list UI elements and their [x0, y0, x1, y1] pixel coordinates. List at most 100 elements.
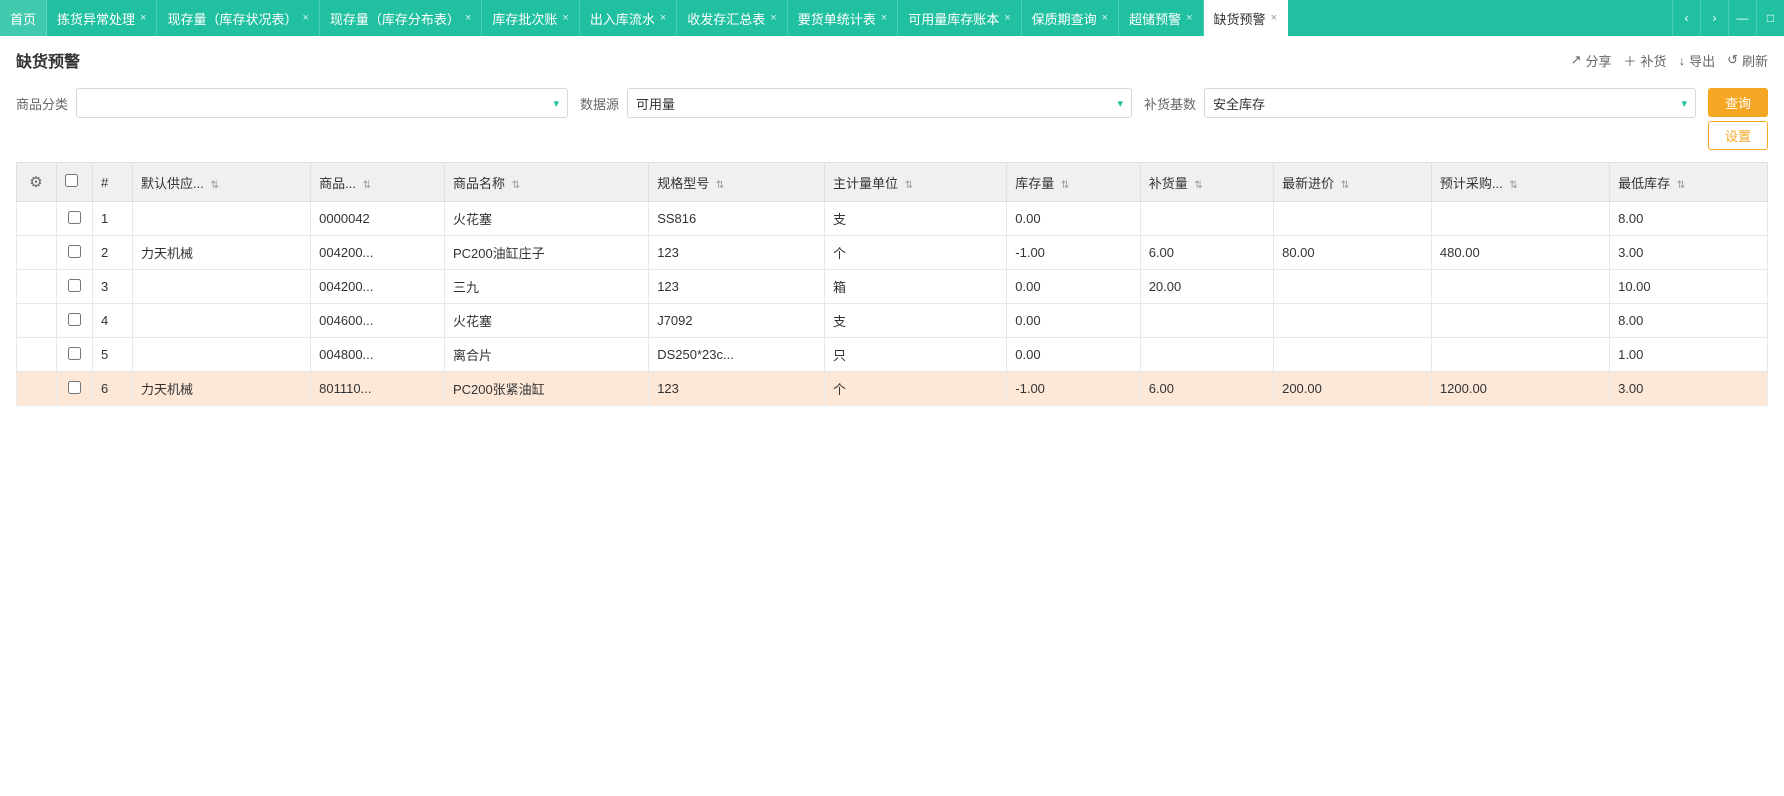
cell-replenish-qty: 20.00: [1140, 270, 1273, 304]
cell-checkbox[interactable]: [57, 372, 93, 406]
cell-num: 5: [93, 338, 133, 372]
datasource-select-value: 可用量: [636, 94, 675, 113]
cell-unit: 支: [825, 304, 1007, 338]
cell-spec: 123: [649, 270, 825, 304]
datasource-dropdown-icon: ▾: [1117, 97, 1123, 110]
row-checkbox[interactable]: [68, 347, 81, 360]
tab-close-expiry[interactable]: ×: [1102, 12, 1108, 24]
col-header-min-stock[interactable]: 最低库存 ⇅: [1610, 163, 1768, 202]
tab-close-available[interactable]: ×: [1004, 12, 1010, 24]
row-checkbox[interactable]: [68, 381, 81, 394]
tab-maximize[interactable]: □: [1756, 0, 1784, 36]
cell-latest-price: [1274, 270, 1432, 304]
tab-close-shortage[interactable]: ×: [1271, 12, 1277, 24]
sort-icon-product-name: ⇅: [512, 180, 520, 191]
tab-inout-flow[interactable]: 出入库流水 ×: [580, 0, 677, 36]
col-header-spec[interactable]: 规格型号 ⇅: [649, 163, 825, 202]
replenish-base-label: 补货基数: [1144, 94, 1196, 113]
sort-icon-stock: ⇅: [1061, 180, 1069, 191]
table-header-row: ⚙ # 默认供应... ⇅ 商品... ⇅ 商品名称 ⇅: [17, 163, 1768, 202]
datasource-select[interactable]: 可用量 ▾: [627, 88, 1132, 118]
tab-batch-account[interactable]: 库存批次账 ×: [482, 0, 579, 36]
cell-min-stock: 1.00: [1610, 338, 1768, 372]
tab-close-requisition[interactable]: ×: [881, 12, 887, 24]
cell-num: 2: [93, 236, 133, 270]
tab-minimize[interactable]: —: [1728, 0, 1756, 36]
cell-est-purchase: [1431, 270, 1609, 304]
page-header: 缺货预警 ↗ 分享 ＋ 补货 ↓ 导出 ↺ 刷新: [16, 48, 1768, 72]
tab-home[interactable]: 首页: [0, 0, 47, 36]
col-label-est-purchase: 预计采购...: [1440, 176, 1503, 191]
tab-close-receive[interactable]: ×: [770, 12, 776, 24]
tab-available[interactable]: 可用量库存账本 ×: [898, 0, 1021, 36]
category-select[interactable]: ▾: [76, 88, 568, 118]
col-label-min-stock: 最低库存: [1618, 176, 1670, 191]
tab-overstock[interactable]: 超储预警 ×: [1119, 0, 1203, 36]
cell-checkbox[interactable]: [57, 304, 93, 338]
row-checkbox[interactable]: [68, 211, 81, 224]
query-button[interactable]: 查询: [1708, 88, 1768, 117]
col-header-settings[interactable]: ⚙: [17, 163, 57, 202]
col-header-latest-price[interactable]: 最新进价 ⇅: [1274, 163, 1432, 202]
tab-scroll-right[interactable]: ›: [1700, 0, 1728, 36]
cell-stock: 0.00: [1007, 202, 1140, 236]
main-content: 缺货预警 ↗ 分享 ＋ 补货 ↓ 导出 ↺ 刷新 商品分类: [0, 36, 1784, 796]
export-button[interactable]: ↓ 导出: [1679, 51, 1716, 70]
col-header-checkbox[interactable]: [57, 163, 93, 202]
cell-checkbox[interactable]: [57, 236, 93, 270]
col-label-replenish-qty: 补货量: [1149, 176, 1188, 191]
settings-button[interactable]: 设置: [1708, 121, 1768, 150]
cell-product-code: 004600...: [311, 304, 445, 338]
share-button[interactable]: ↗ 分享: [1571, 51, 1612, 70]
col-header-unit[interactable]: 主计量单位 ⇅: [825, 163, 1007, 202]
cell-unit: 个: [825, 372, 1007, 406]
refresh-button[interactable]: ↺ 刷新: [1727, 51, 1768, 70]
col-header-supplier[interactable]: 默认供应... ⇅: [133, 163, 311, 202]
tab-close-overstock[interactable]: ×: [1186, 12, 1192, 24]
cell-num: 4: [93, 304, 133, 338]
cell-settings: [17, 202, 57, 236]
cell-supplier: [133, 338, 311, 372]
cell-spec: J7092: [649, 304, 825, 338]
select-all-checkbox[interactable]: [65, 174, 78, 187]
tab-close-stock-status[interactable]: ×: [302, 12, 308, 24]
category-dropdown-icon: ▾: [553, 97, 559, 110]
tab-close-inout[interactable]: ×: [660, 12, 666, 24]
row-checkbox[interactable]: [68, 313, 81, 326]
col-label-supplier: 默认供应...: [141, 176, 204, 191]
tab-stock-dist[interactable]: 现存量（库存分布表） ×: [320, 0, 482, 36]
tab-close-picking[interactable]: ×: [140, 12, 146, 24]
tab-receive-summary[interactable]: 收发存汇总表 ×: [677, 0, 787, 36]
col-header-replenish-qty[interactable]: 补货量 ⇅: [1140, 163, 1273, 202]
cell-checkbox[interactable]: [57, 338, 93, 372]
row-checkbox[interactable]: [68, 279, 81, 292]
replenish-base-select[interactable]: 安全库存 ▾: [1204, 88, 1696, 118]
col-label-product-code: 商品...: [319, 176, 356, 191]
table-row: 10000042火花塞SS816支0.008.00: [17, 202, 1768, 236]
tab-requisition[interactable]: 要货单统计表 ×: [788, 0, 898, 36]
cell-stock: -1.00: [1007, 236, 1140, 270]
tab-stock-status[interactable]: 现存量（库存状况表） ×: [157, 0, 319, 36]
row-checkbox[interactable]: [68, 245, 81, 258]
col-header-est-purchase[interactable]: 预计采购... ⇅: [1431, 163, 1609, 202]
tab-shortage[interactable]: 缺货预警 ×: [1204, 0, 1288, 36]
header-actions: ↗ 分享 ＋ 补货 ↓ 导出 ↺ 刷新: [1571, 51, 1768, 70]
tab-picking[interactable]: 拣货异常处理 ×: [47, 0, 157, 36]
cell-latest-price: [1274, 202, 1432, 236]
sort-icon-replenish-qty: ⇅: [1194, 180, 1202, 191]
cell-product-name: 火花塞: [444, 304, 648, 338]
tab-close-stock-dist[interactable]: ×: [465, 12, 471, 24]
cell-checkbox[interactable]: [57, 202, 93, 236]
col-header-product-code[interactable]: 商品... ⇅: [311, 163, 445, 202]
cell-checkbox[interactable]: [57, 270, 93, 304]
cell-product-code: 004200...: [311, 270, 445, 304]
sort-icon-unit: ⇅: [905, 180, 913, 191]
tab-expiry[interactable]: 保质期查询 ×: [1022, 0, 1119, 36]
col-header-stock[interactable]: 库存量 ⇅: [1007, 163, 1140, 202]
tab-close-batch[interactable]: ×: [562, 12, 568, 24]
replenish-button[interactable]: ＋ 补货: [1624, 51, 1667, 70]
col-header-product-name[interactable]: 商品名称 ⇅: [444, 163, 648, 202]
cell-est-purchase: [1431, 202, 1609, 236]
gear-icon[interactable]: ⚙: [25, 171, 47, 193]
tab-scroll-left[interactable]: ‹: [1672, 0, 1700, 36]
